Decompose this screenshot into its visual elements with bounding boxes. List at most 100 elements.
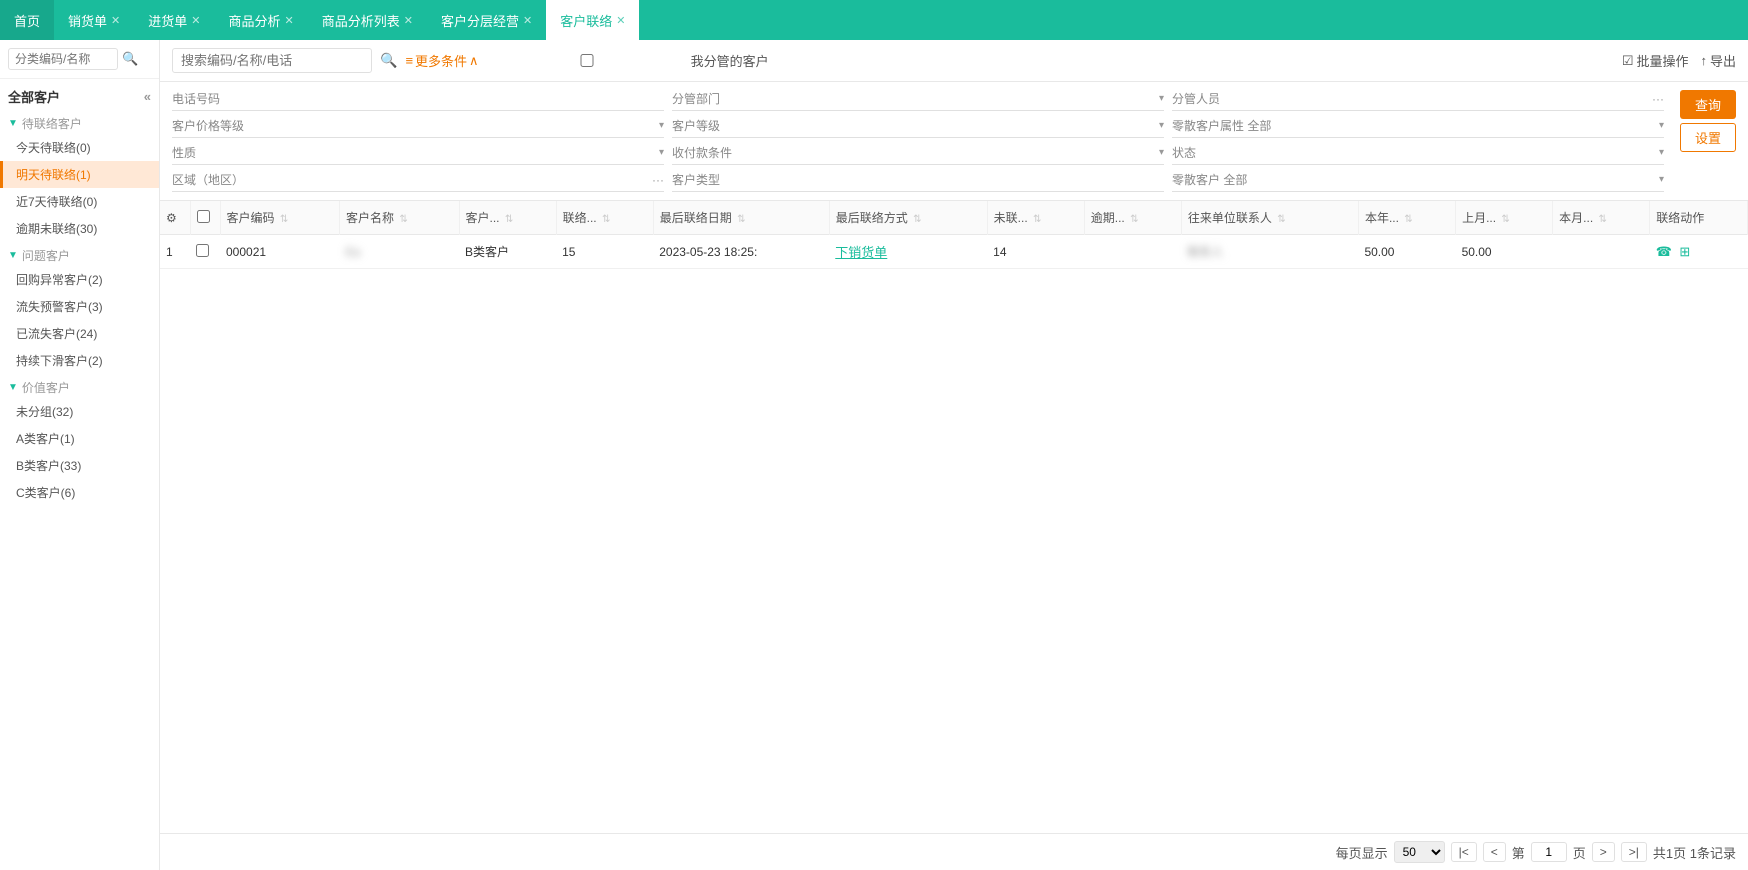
nav-item-商品分析[interactable]: 商品分析 ✕ [214, 0, 307, 40]
nav-item-首页[interactable]: 首页 [0, 0, 54, 40]
filter-region[interactable]: 区域（地区） ··· [172, 171, 664, 192]
filter-retail-attr[interactable]: 零散客户属性 全部 ▾ [1172, 117, 1664, 138]
row-last-contact-method[interactable]: 下销货单 [829, 235, 987, 269]
filter-panel: 电话号码 分管部门 ▾ 分管人员 ··· [160, 82, 1748, 201]
sidebar-search-icon[interactable]: 🔍 [122, 51, 138, 67]
query-button[interactable]: 查询 [1680, 90, 1736, 119]
sidebar-search-area: 🔍 [0, 40, 159, 79]
next-page-btn[interactable]: > [1592, 842, 1615, 862]
nav-close-icon[interactable]: ✕ [191, 14, 200, 27]
row-customer-code: 000021 [220, 235, 340, 269]
col-settings[interactable]: ⚙ [160, 201, 190, 235]
sidebar-item-今天待联络(0)[interactable]: 今天待联络(0) [0, 134, 159, 161]
nav-item-客户联络[interactable]: 客户联络 ✕ [546, 0, 639, 40]
sidebar-group-价值客户: ▼价值客户 [0, 374, 159, 398]
filter-dept[interactable]: 分管部门 ▾ [672, 90, 1164, 111]
row-contacts: 联系人 [1181, 235, 1358, 269]
action-grid-icon[interactable]: ⊞ [1679, 244, 1690, 259]
sidebar-item-持续下滑客户(2)[interactable]: 持续下滑客户(2) [0, 347, 159, 374]
sidebar-search-input[interactable] [8, 48, 118, 70]
nav-item-销货单[interactable]: 销货单 ✕ [54, 0, 134, 40]
last-page-btn[interactable]: >| [1621, 842, 1647, 862]
filter-region-dots: ··· [652, 173, 664, 187]
nav-close-icon[interactable]: ✕ [285, 14, 294, 27]
search-input[interactable] [172, 48, 372, 73]
sidebar-all-customers[interactable]: 全部客户 « [0, 79, 159, 110]
group-triangle-icon: ▼ [8, 250, 18, 261]
filter-nature[interactable]: 性质 ▾ [172, 144, 664, 165]
checkbox-icon: ☑ [1622, 53, 1634, 69]
sidebar-item-B类客户(33)[interactable]: B类客户(33) [0, 452, 159, 479]
filter-row-2: 客户价格等级 ▾ 客户等级 ▾ 零散客户属性 全部 ▾ [172, 117, 1664, 138]
search-bar: 🔍 ≡ 更多条件 ∧ 我分管的客户 ☑ 批量操作 ↑ 导出 [160, 40, 1748, 82]
table-header: ⚙ 客户编码 ⇅ 客户名称 ⇅ 客户... ⇅ 联络... ⇅ 最后联络日期 ⇅… [160, 201, 1748, 235]
sidebar-collapse-icon[interactable]: « [144, 89, 151, 104]
sidebar-item-逾期未联络(30)[interactable]: 逾期未联络(30) [0, 215, 159, 242]
my-customers-checkbox[interactable] [487, 54, 687, 67]
nav-close-icon[interactable]: ✕ [404, 14, 413, 27]
sidebar-item-C类客户(6)[interactable]: C类客户(6) [0, 479, 159, 506]
sidebar-item-明天待联络(1)[interactable]: 明天待联络(1) [0, 161, 159, 188]
search-icon[interactable]: 🔍 [380, 52, 397, 69]
row-customer-name: Ea [340, 235, 460, 269]
col-actions: 联络动作 [1650, 201, 1748, 235]
sidebar-item-已流失客户(24)[interactable]: 已流失客户(24) [0, 320, 159, 347]
table-body: 1 000021 Ea B类客户 15 2023-05-23 18:25: 下销… [160, 235, 1748, 269]
filter-actions: 查询 设置 [1680, 90, 1736, 192]
nav-close-icon[interactable]: ✕ [523, 14, 532, 27]
nav-item-进货单[interactable]: 进货单 ✕ [134, 0, 214, 40]
filter-person-label: 分管人员 [1172, 90, 1220, 107]
nav-close-icon[interactable]: ✕ [111, 14, 120, 27]
filter-payment-label: 收付款条件 [672, 144, 732, 161]
filter-person-dots: ··· [1652, 92, 1664, 106]
first-page-btn[interactable]: |< [1451, 842, 1477, 862]
page-suffix: 页 [1573, 843, 1586, 862]
col-this-year: 本年... ⇅ [1358, 201, 1455, 235]
my-customers-checkbox-label[interactable]: 我分管的客户 [487, 51, 769, 70]
filter-phone-label: 电话号码 [172, 90, 220, 107]
sidebar-item-流失预警客户(3)[interactable]: 流失预警客户(3) [0, 293, 159, 320]
settings-button[interactable]: 设置 [1680, 123, 1736, 152]
sidebar-item-A类客户(1)[interactable]: A类客户(1) [0, 425, 159, 452]
prev-page-btn[interactable]: < [1483, 842, 1506, 862]
col-unlocked: 未联... ⇅ [987, 201, 1084, 235]
sidebar-item-回购异常客户(2)[interactable]: 回购异常客户(2) [0, 266, 159, 293]
export-btn[interactable]: ↑ 导出 [1700, 51, 1736, 70]
batch-btn[interactable]: ☑ 批量操作 [1622, 51, 1689, 70]
action-phone-icon[interactable]: ☎ [1656, 244, 1672, 259]
filter-customer-type-label: 客户类型 [672, 171, 720, 188]
export-icon: ↑ [1700, 53, 1707, 68]
filter-status[interactable]: 状态 ▾ [1172, 144, 1664, 165]
filter-more-btn[interactable]: ≡ 更多条件 ∧ [405, 51, 478, 70]
sidebar-item-近7天待联络(0)[interactable]: 近7天待联络(0) [0, 188, 159, 215]
filter-price-level[interactable]: 客户价格等级 ▾ [172, 117, 664, 138]
per-page-select[interactable]: 50 100 200 [1394, 841, 1445, 863]
filter-customer-level[interactable]: 客户等级 ▾ [672, 117, 1164, 138]
filter-row-4: 区域（地区） ··· 客户类型 零散客户 全部 ▾ [172, 171, 1664, 192]
filter-payment[interactable]: 收付款条件 ▾ [672, 144, 1164, 165]
sidebar-group-问题客户: ▼问题客户 [0, 242, 159, 266]
table-row: 1 000021 Ea B类客户 15 2023-05-23 18:25: 下销… [160, 235, 1748, 269]
filter-dept-arrow: ▾ [1159, 93, 1164, 104]
page-input[interactable] [1531, 842, 1567, 862]
filter-person[interactable]: 分管人员 ··· [1172, 90, 1664, 111]
filter-row-1: 电话号码 分管部门 ▾ 分管人员 ··· [172, 90, 1664, 111]
nav-item-客户分层经营[interactable]: 客户分层经营 ✕ [427, 0, 546, 40]
row-overdue [1084, 235, 1181, 269]
row-last-month: 50.00 [1456, 235, 1553, 269]
filter-retail-attr-arrow: ▾ [1659, 120, 1664, 131]
filter-retail-label: 零散客户 全部 [1172, 171, 1247, 188]
col-contact-count: 联络... ⇅ [556, 201, 653, 235]
nav-item-商品分析列表[interactable]: 商品分析列表 ✕ [308, 0, 427, 40]
filter-retail-attr-label: 零散客户属性 全部 [1172, 117, 1271, 134]
filter-nature-label: 性质 [172, 144, 196, 161]
col-overdue: 逾期... ⇅ [1084, 201, 1181, 235]
nav-close-icon[interactable]: ✕ [616, 14, 625, 27]
table-footer: 每页显示 50 100 200 |< < 第 页 > >| 共1页 1条记录 [160, 833, 1748, 870]
filter-price-level-arrow: ▾ [659, 120, 664, 131]
filter-retail[interactable]: 零散客户 全部 ▾ [1172, 171, 1664, 192]
col-checkbox[interactable] [190, 201, 220, 235]
row-checkbox[interactable] [190, 235, 220, 269]
col-last-month: 上月... ⇅ [1456, 201, 1553, 235]
sidebar-item-未分组(32)[interactable]: 未分组(32) [0, 398, 159, 425]
